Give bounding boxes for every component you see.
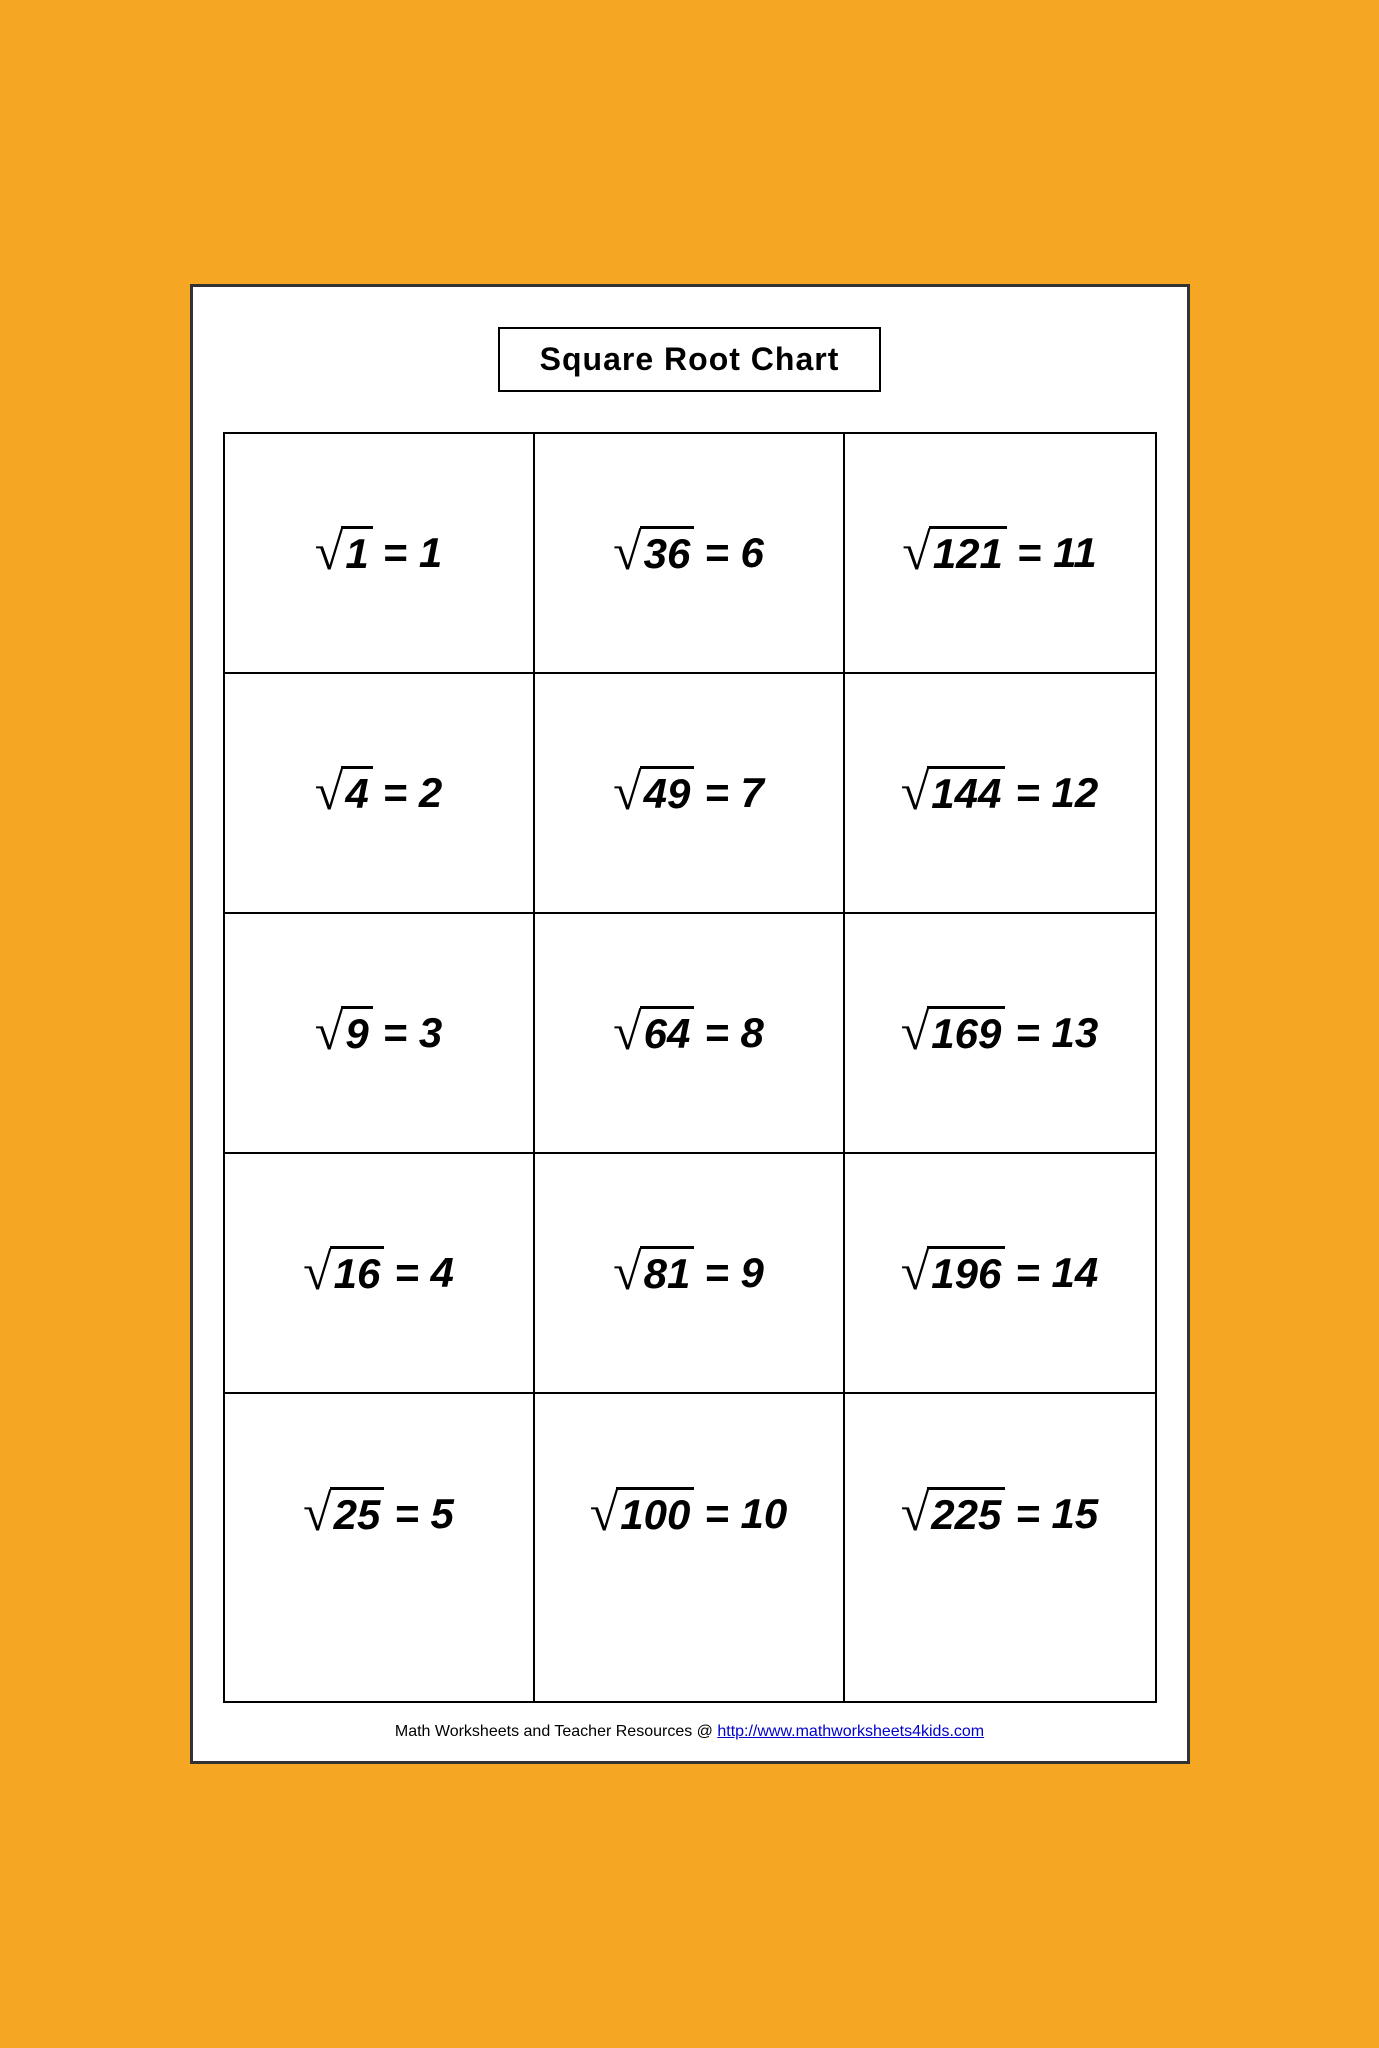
cell-3-3: √ 169 = 13 xyxy=(845,914,1155,1154)
sqrt-expr-10: √ 100 = 10 xyxy=(590,1487,788,1540)
result: = 12 xyxy=(1015,769,1098,817)
cell-1-3: √ 9 = 3 xyxy=(225,914,533,1154)
column-3: √ 121 = 11 √ 144 = 12 √ 169 = 13 xyxy=(845,434,1155,1701)
radicand: 16 xyxy=(330,1246,385,1299)
radicand: 4 xyxy=(341,766,372,819)
result: = 15 xyxy=(1015,1490,1098,1538)
sqrt-expr-11: √ 121 = 11 xyxy=(902,526,1096,579)
footer: Math Worksheets and Teacher Resources @ … xyxy=(395,1723,984,1741)
result: = 7 xyxy=(704,769,764,817)
radical-sign: √ xyxy=(613,527,642,579)
sqrt-expr-9: √ 81 = 9 xyxy=(613,1246,764,1299)
cell-1-1: √ 1 = 1 xyxy=(225,434,533,674)
radical-sign: √ xyxy=(901,1247,930,1299)
radical-sign: √ xyxy=(902,527,931,579)
cell-1-2: √ 4 = 2 xyxy=(225,674,533,914)
cell-2-3: √ 64 = 8 xyxy=(535,914,843,1154)
cell-2-1: √ 36 = 6 xyxy=(535,434,843,674)
radical-sign: √ xyxy=(303,1247,332,1299)
sqrt-expr-4: √ 16 = 4 xyxy=(303,1246,454,1299)
cell-1-5: √ 25 = 5 xyxy=(225,1394,533,1634)
column-1: √ 1 = 1 √ 4 = 2 √ 9 = 3 xyxy=(225,434,535,1701)
radicand: 169 xyxy=(927,1006,1005,1059)
result: = 9 xyxy=(704,1249,764,1297)
sqrt-expr-7: √ 49 = 7 xyxy=(613,766,764,819)
cell-3-4: √ 196 = 14 xyxy=(845,1154,1155,1394)
cell-3-1: √ 121 = 11 xyxy=(845,434,1155,674)
result: = 2 xyxy=(383,769,443,817)
radicand: 196 xyxy=(927,1246,1005,1299)
cell-3-2: √ 144 = 12 xyxy=(845,674,1155,914)
footer-text: Math Worksheets and Teacher Resources @ xyxy=(395,1723,717,1740)
chart-title: Square Root Chart xyxy=(498,327,882,392)
radical-sign: √ xyxy=(315,767,344,819)
radicand: 49 xyxy=(640,766,695,819)
sqrt-expr-6: √ 36 = 6 xyxy=(613,526,764,579)
radical-sign: √ xyxy=(613,767,642,819)
sqrt-expr-12: √ 144 = 12 xyxy=(901,766,1099,819)
radicand: 9 xyxy=(341,1006,372,1059)
sqrt-expr-1: √ 1 = 1 xyxy=(315,526,442,579)
radical-sign: √ xyxy=(613,1007,642,1059)
radical-sign: √ xyxy=(315,1007,344,1059)
sqrt-expr-13: √ 169 = 13 xyxy=(901,1006,1099,1059)
column-2: √ 36 = 6 √ 49 = 7 √ 64 = 8 xyxy=(535,434,845,1701)
radicand: 100 xyxy=(616,1487,694,1540)
radical-sign: √ xyxy=(901,767,930,819)
radical-sign: √ xyxy=(590,1488,619,1540)
radicand: 25 xyxy=(330,1487,385,1540)
cell-1-4: √ 16 = 4 xyxy=(225,1154,533,1394)
title-text: Square Root Chart xyxy=(540,341,840,377)
radical-sign: √ xyxy=(901,1488,930,1540)
sqrt-expr-14: √ 196 = 14 xyxy=(901,1246,1099,1299)
page-container: Square Root Chart √ 1 = 1 √ 4 = 2 xyxy=(190,284,1190,1764)
result: = 11 xyxy=(1017,529,1097,577)
radical-sign: √ xyxy=(303,1488,332,1540)
result: = 1 xyxy=(383,529,443,577)
sqrt-expr-5: √ 25 = 5 xyxy=(303,1487,454,1540)
footer-link[interactable]: http://www.mathworksheets4kids.com xyxy=(717,1723,984,1740)
sqrt-grid: √ 1 = 1 √ 4 = 2 √ 9 = 3 xyxy=(223,432,1157,1703)
result: = 4 xyxy=(394,1249,454,1297)
cell-2-5: √ 100 = 10 xyxy=(535,1394,843,1634)
result: = 5 xyxy=(394,1490,454,1538)
result: = 13 xyxy=(1015,1009,1098,1057)
radicand: 1 xyxy=(341,526,372,579)
result: = 3 xyxy=(383,1009,443,1057)
radicand: 225 xyxy=(927,1487,1005,1540)
radicand: 36 xyxy=(640,526,695,579)
radicand: 64 xyxy=(640,1006,695,1059)
result: = 14 xyxy=(1015,1249,1098,1297)
sqrt-expr-8: √ 64 = 8 xyxy=(613,1006,764,1059)
result: = 10 xyxy=(704,1490,787,1538)
radicand: 144 xyxy=(927,766,1005,819)
radical-sign: √ xyxy=(315,527,344,579)
radicand: 81 xyxy=(640,1246,695,1299)
radical-sign: √ xyxy=(901,1007,930,1059)
cell-2-2: √ 49 = 7 xyxy=(535,674,843,914)
sqrt-expr-15: √ 225 = 15 xyxy=(901,1487,1099,1540)
sqrt-expr-3: √ 9 = 3 xyxy=(315,1006,442,1059)
cell-3-5: √ 225 = 15 xyxy=(845,1394,1155,1634)
sqrt-expr-2: √ 4 = 2 xyxy=(315,766,442,819)
radicand: 121 xyxy=(929,526,1007,579)
result: = 6 xyxy=(704,529,764,577)
cell-2-4: √ 81 = 9 xyxy=(535,1154,843,1394)
radical-sign: √ xyxy=(613,1247,642,1299)
result: = 8 xyxy=(704,1009,764,1057)
